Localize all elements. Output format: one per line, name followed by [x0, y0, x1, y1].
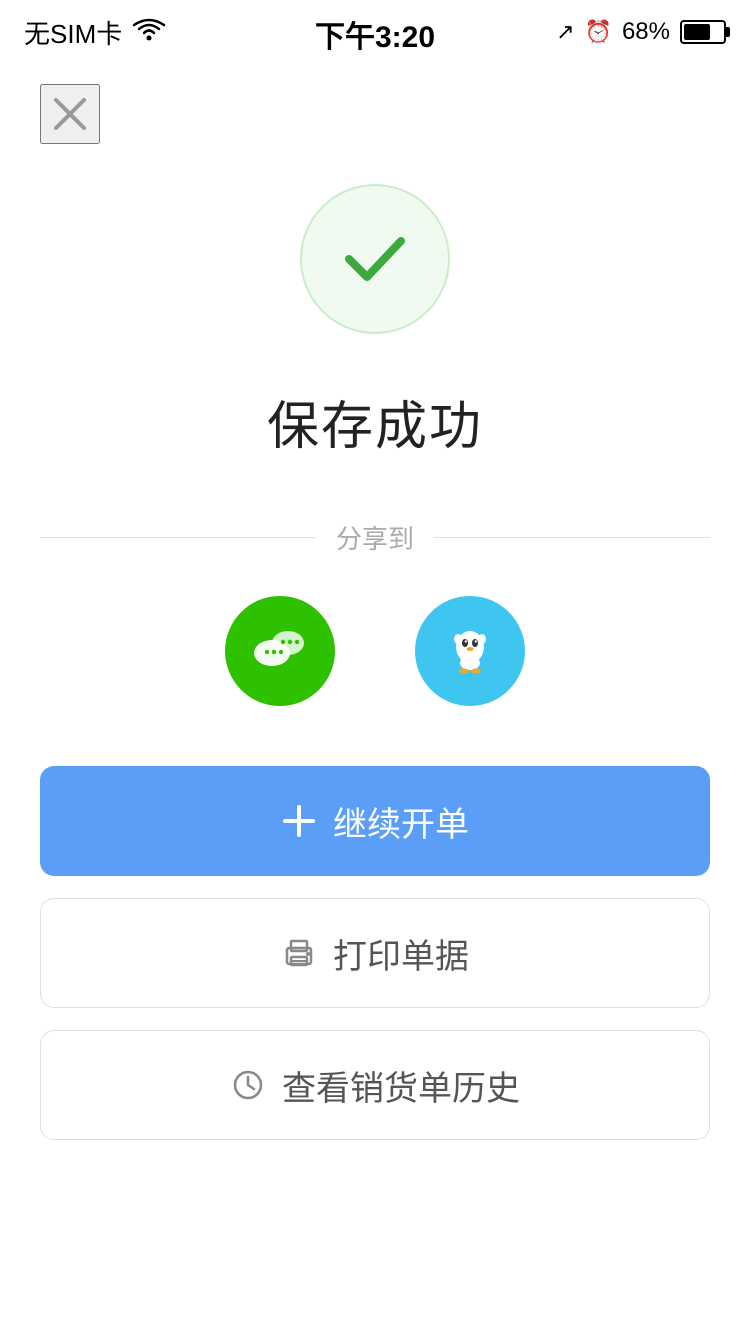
- checkmark-icon: [335, 217, 415, 302]
- continue-label: 继续开单: [333, 797, 469, 846]
- share-label: 分享到: [336, 519, 414, 556]
- history-button[interactable]: 查看销货单历史: [40, 1030, 710, 1140]
- status-right: ↗ ⏰ 68%: [556, 18, 726, 46]
- print-button[interactable]: 打印单据: [40, 898, 710, 1008]
- print-label: 打印单据: [333, 929, 469, 978]
- success-icon-circle: [300, 184, 450, 334]
- close-button[interactable]: [40, 84, 100, 144]
- share-divider: 分享到: [40, 519, 710, 556]
- plus-icon: [281, 803, 317, 839]
- wechat-share-button[interactable]: [225, 596, 335, 706]
- share-icons-row: [225, 596, 525, 706]
- divider-right: [434, 537, 710, 538]
- qq-share-button[interactable]: [415, 596, 525, 706]
- share-section: 分享到: [40, 519, 710, 706]
- main-content: 保存成功 分享到: [0, 64, 750, 1334]
- continue-button[interactable]: 继续开单: [40, 766, 710, 876]
- history-label: 查看销货单历史: [282, 1061, 520, 1110]
- divider-left: [40, 537, 316, 538]
- battery-percent: 68%: [622, 18, 670, 46]
- status-bar: 无SIM卡 下午3:20 ↗ ⏰ 68%: [0, 0, 750, 64]
- location-icon: ↗: [556, 19, 574, 45]
- battery-icon: [680, 20, 726, 44]
- alarm-icon: ⏰: [585, 19, 612, 45]
- carrier-label: 无SIM卡: [24, 14, 122, 51]
- history-icon: [230, 1067, 266, 1103]
- success-title: 保存成功: [267, 384, 483, 459]
- status-left: 无SIM卡: [24, 14, 166, 51]
- action-buttons: 继续开单 打印单据 查看销货单历史: [40, 766, 710, 1140]
- printer-icon: [281, 935, 317, 971]
- status-time: 下午3:20: [315, 12, 435, 56]
- wifi-icon: [132, 17, 166, 48]
